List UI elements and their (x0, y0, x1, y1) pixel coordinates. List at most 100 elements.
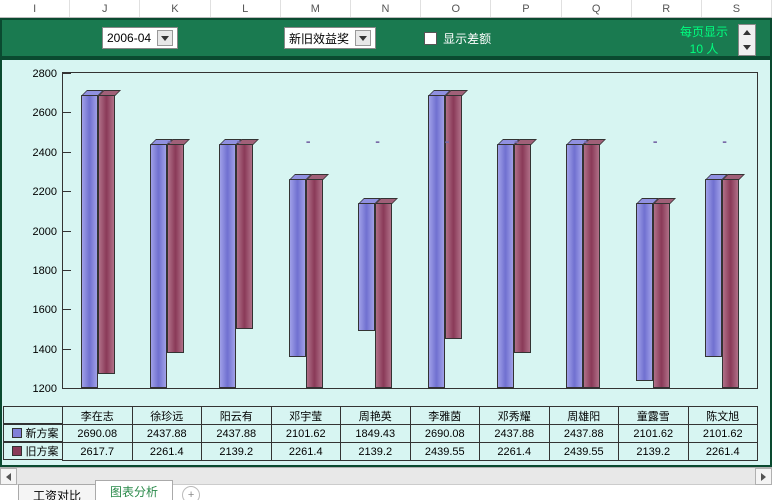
diff-marker: - (306, 133, 311, 149)
value-cell: 2101.62 (689, 425, 758, 442)
legend-old: 旧方案 (3, 442, 63, 460)
bar-new (566, 144, 583, 388)
diff-marker: - (445, 133, 450, 149)
legend-new: 新方案 (3, 424, 63, 442)
diff-marker: - (167, 133, 172, 149)
chart-data-table: 李在志徐珍远阳云有邓宇莹周艳英李雅茵邓秀耀周雄阳童露雪陈文旭新方案2690.08… (62, 406, 758, 461)
plus-icon: + (188, 489, 194, 500)
value-cell: 2437.88 (202, 425, 272, 442)
col-K: K (140, 0, 210, 17)
category-cell: 徐珍远 (133, 407, 203, 424)
bar-old (375, 203, 392, 388)
diff-marker: - (722, 133, 727, 149)
bar-old (653, 203, 670, 388)
scroll-right-icon[interactable] (755, 468, 772, 485)
category-cell: 李雅茵 (411, 407, 481, 424)
bar-group (479, 144, 548, 388)
value-cell: 2261.4 (133, 443, 203, 460)
tab-salary-compare[interactable]: 工资对比 (18, 484, 96, 500)
checkbox-icon (424, 32, 437, 45)
category-cell: 李在志 (63, 407, 133, 424)
diff-marker: - (375, 133, 380, 149)
category-cell: 邓宇莹 (272, 407, 342, 424)
y-tick-label: 2000 (33, 226, 63, 238)
sheet-tab-bar: 工资对比 图表分析 + (0, 484, 772, 500)
y-tick-label: 1400 (33, 344, 63, 356)
bar-new (150, 144, 167, 388)
legend-label: 新方案 (26, 425, 59, 441)
page-size-spinner[interactable] (738, 24, 756, 56)
bar-group (618, 203, 687, 388)
add-sheet-button[interactable]: + (182, 486, 200, 500)
bar-group (132, 144, 201, 388)
legend-label: 旧方案 (26, 443, 59, 459)
chart-plot-area: 120014001600180020002200240026002800----… (62, 72, 758, 389)
bar-group (202, 144, 271, 388)
bar-group (271, 179, 340, 388)
bar-new (497, 144, 514, 388)
value-cell: 2101.62 (272, 425, 342, 442)
y-tick-label: 1800 (33, 265, 63, 277)
value-cell: 1849.43 (341, 425, 411, 442)
category-cell: 童露雪 (619, 407, 689, 424)
tab-chart-analysis[interactable]: 图表分析 (95, 480, 173, 500)
bar-new (636, 203, 653, 381)
value-cell: 2690.08 (411, 425, 481, 442)
bar-new (358, 203, 375, 331)
bar-group (63, 95, 132, 388)
bar-old (236, 144, 253, 329)
spinner-down-icon[interactable] (739, 40, 755, 55)
y-tick-label: 1200 (33, 383, 63, 395)
show-diff-checkbox[interactable]: 显示差额 (424, 30, 491, 47)
value-cell: 2439.55 (550, 443, 620, 460)
col-S: S (702, 0, 772, 17)
metric-select[interactable]: 新旧效益奖 (284, 27, 376, 49)
bar-group (688, 179, 757, 388)
col-J: J (70, 0, 140, 17)
col-R: R (632, 0, 702, 17)
bar-group (341, 203, 410, 388)
y-tick-label: 2200 (33, 186, 63, 198)
category-cell: 周艳英 (341, 407, 411, 424)
diff-marker: - (237, 133, 242, 149)
y-tick-label: 1600 (33, 304, 63, 316)
value-cell: 2690.08 (63, 425, 133, 442)
col-O: O (421, 0, 491, 17)
value-cell: 2261.4 (480, 443, 550, 460)
table-header-blank (3, 406, 63, 424)
bar-new (81, 95, 98, 388)
col-P: P (491, 0, 561, 17)
category-cell: 周雄阳 (550, 407, 620, 424)
col-N: N (351, 0, 421, 17)
bar-old (722, 179, 739, 388)
value-cell: 2261.4 (272, 443, 342, 460)
diff-marker: - (653, 133, 658, 149)
value-cell: 2437.88 (133, 425, 203, 442)
bar-group (549, 144, 618, 388)
page-size-label: 每页显示 10 人 (680, 24, 728, 58)
y-tick-label: 2800 (33, 68, 63, 80)
value-cell: 2437.88 (550, 425, 620, 442)
bar-new (219, 144, 236, 388)
checkbox-label: 显示差额 (443, 30, 491, 47)
value-cell: 2139.2 (202, 443, 272, 460)
category-cell: 陈文旭 (689, 407, 758, 424)
scroll-left-icon[interactable] (0, 468, 17, 485)
bar-old (514, 144, 531, 353)
value-cell: 2139.2 (341, 443, 411, 460)
bar-old (167, 144, 184, 353)
col-Q: Q (562, 0, 632, 17)
spinner-up-icon[interactable] (739, 25, 755, 40)
value-cell: 2101.62 (619, 425, 689, 442)
dropdown-arrow-icon (157, 30, 173, 46)
value-cell: 2261.4 (689, 443, 758, 460)
bar-new (289, 179, 306, 357)
col-L: L (211, 0, 281, 17)
y-tick-label: 2400 (33, 147, 63, 159)
filter-toolbar: 2006-04 新旧效益奖 显示差额 每页显示 10 人 (0, 18, 772, 58)
bar-old (445, 95, 462, 339)
bar-old (98, 95, 115, 374)
period-select[interactable]: 2006-04 (102, 27, 178, 49)
diff-marker: - (514, 133, 519, 149)
metric-value: 新旧效益奖 (289, 30, 349, 47)
